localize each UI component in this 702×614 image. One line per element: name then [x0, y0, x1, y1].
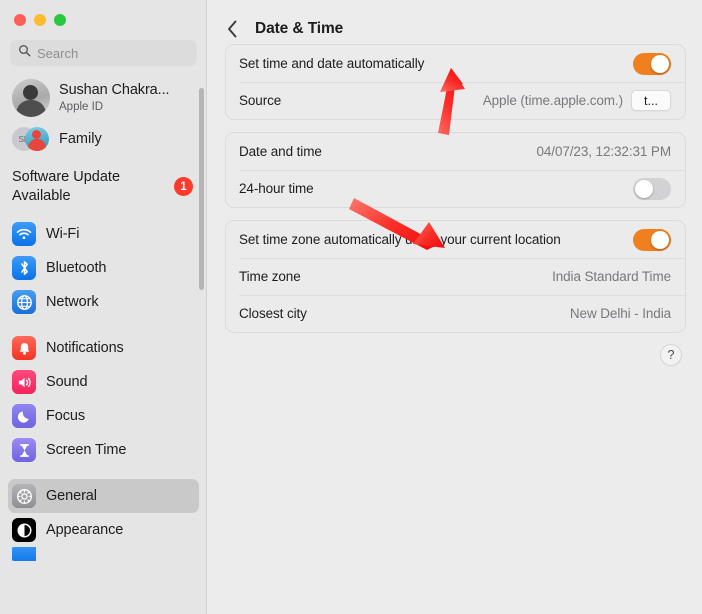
software-update-label: Software Update Available — [12, 168, 120, 205]
gear-icon — [12, 484, 36, 509]
sidebar-item-label: Bluetooth — [46, 260, 107, 277]
row-label: Set time and date automatically — [239, 56, 425, 71]
sidebar-item-label: Network — [46, 294, 99, 311]
sidebar-item-notifications[interactable]: Notifications — [8, 331, 199, 365]
minimize-button[interactable] — [34, 14, 46, 26]
search-input[interactable]: Search — [10, 40, 197, 66]
row-closest-city: Closest city New Delhi - India — [226, 295, 685, 332]
account-name: Sushan Chakra... — [59, 82, 170, 99]
sidebar-item-label: Screen Time — [46, 442, 127, 459]
sidebar-item-label: Sound — [46, 374, 88, 391]
row-24-hour-time[interactable]: 24-hour time — [226, 170, 685, 207]
sidebar-item-focus[interactable]: Focus — [8, 399, 199, 433]
help-icon[interactable]: ? — [660, 344, 682, 366]
row-label: Date and time — [239, 144, 322, 159]
sidebar-item-label: Appearance — [46, 522, 124, 539]
chevron-left-icon[interactable] — [227, 20, 241, 38]
accessibility-icon — [12, 547, 36, 562]
closest-city-value: New Delhi - India — [569, 306, 671, 321]
help-container: ? — [207, 333, 702, 366]
zoom-button[interactable] — [54, 14, 66, 26]
time-zone-value: India Standard Time — [552, 269, 671, 284]
appearance-icon — [12, 518, 36, 543]
sidebar-item-bluetooth[interactable]: Bluetooth — [8, 251, 199, 285]
sidebar-item-network[interactable]: Network — [8, 285, 199, 319]
sidebar-item-apple-id[interactable]: Sushan Chakra... Apple ID — [0, 72, 207, 120]
sidebar: Search Sushan Chakra... Apple ID SD Fami… — [0, 0, 207, 614]
account-subtitle: Apple ID — [59, 100, 104, 113]
card-date-and-time: Date and time 04/07/23, 12:32:31 PM 24-h… — [225, 132, 686, 208]
row-label: Set time zone automatically using your c… — [239, 232, 561, 247]
row-set-time-and-date-automatically[interactable]: Set time and date automatically — [226, 45, 685, 82]
sidebar-nav-group-general: General Appearance — [0, 477, 207, 562]
card-time-zone: Set time zone automatically using your c… — [225, 220, 686, 333]
system-settings-window: Search Sushan Chakra... Apple ID SD Fami… — [0, 0, 702, 614]
row-label: Time zone — [239, 269, 301, 284]
date-and-time-value: 04/07/23, 12:32:31 PM — [536, 144, 671, 159]
search-icon — [18, 44, 31, 62]
content-header: Date & Time — [207, 0, 702, 44]
sidebar-item-label: Wi-Fi — [46, 226, 80, 243]
hourglass-icon — [12, 438, 36, 463]
toggle-set-time-zone-automatically[interactable] — [633, 228, 671, 251]
sidebar-item-sound[interactable]: Sound — [8, 365, 199, 399]
page-title: Date & Time — [255, 20, 344, 37]
network-globe-icon — [12, 290, 36, 315]
close-button[interactable] — [14, 14, 26, 26]
sidebar-item-accessibility[interactable] — [8, 547, 199, 562]
speaker-icon — [12, 370, 36, 395]
sidebar-nav-group-connectivity: Wi-Fi Bluetooth Network — [0, 215, 207, 319]
card-automatic-time: Set time and date automatically Source A… — [225, 44, 686, 120]
toggle-24-hour-time[interactable] — [633, 177, 671, 200]
row-set-time-zone-automatically[interactable]: Set time zone automatically using your c… — [226, 221, 685, 258]
avatar — [12, 79, 50, 117]
row-source: Source Apple (time.apple.com.) t... — [226, 82, 685, 119]
row-label: Source — [239, 93, 282, 108]
main-content: Date & Time Set time and date automatica… — [207, 0, 702, 614]
bell-icon — [12, 336, 36, 361]
set-source-button[interactable]: t... — [631, 90, 671, 111]
window-traffic-lights — [0, 0, 207, 26]
sidebar-nav-group-system: Notifications Sound Focus Screen Time — [0, 329, 207, 467]
sidebar-item-appearance[interactable]: Appearance — [8, 513, 199, 547]
status-badge: 1 — [174, 177, 193, 197]
software-update-line1: Software Update — [12, 169, 121, 185]
row-label: 24-hour time — [239, 181, 314, 196]
search-container: Search — [0, 26, 207, 66]
sidebar-item-label: Focus — [46, 408, 85, 425]
search-placeholder: Search — [37, 45, 79, 61]
moon-icon — [12, 404, 36, 429]
sidebar-item-label: Notifications — [46, 340, 124, 357]
sidebar-scroll-area: Sushan Chakra... Apple ID SD Family Soft… — [0, 66, 207, 562]
bluetooth-icon — [12, 256, 36, 281]
software-update-line2: Available — [12, 187, 71, 204]
toggle-set-time-and-date-automatically[interactable] — [633, 52, 671, 75]
family-label: Family — [59, 131, 102, 147]
sidebar-scrollbar[interactable] — [199, 88, 204, 290]
source-value: Apple (time.apple.com.) — [482, 93, 623, 108]
family-icon: SD — [12, 124, 50, 154]
row-label: Closest city — [239, 306, 307, 321]
row-time-zone: Time zone India Standard Time — [226, 258, 685, 295]
wifi-icon — [12, 222, 36, 247]
sidebar-item-general[interactable]: General — [8, 479, 199, 514]
sidebar-item-label: General — [46, 488, 97, 505]
sidebar-item-wi-fi[interactable]: Wi-Fi — [8, 217, 199, 251]
row-date-and-time: Date and time 04/07/23, 12:32:31 PM — [226, 133, 685, 170]
sidebar-item-family[interactable]: SD Family — [0, 120, 207, 160]
sidebar-item-software-update[interactable]: Software Update Available 1 — [0, 160, 207, 215]
sidebar-item-screen-time[interactable]: Screen Time — [8, 433, 199, 467]
